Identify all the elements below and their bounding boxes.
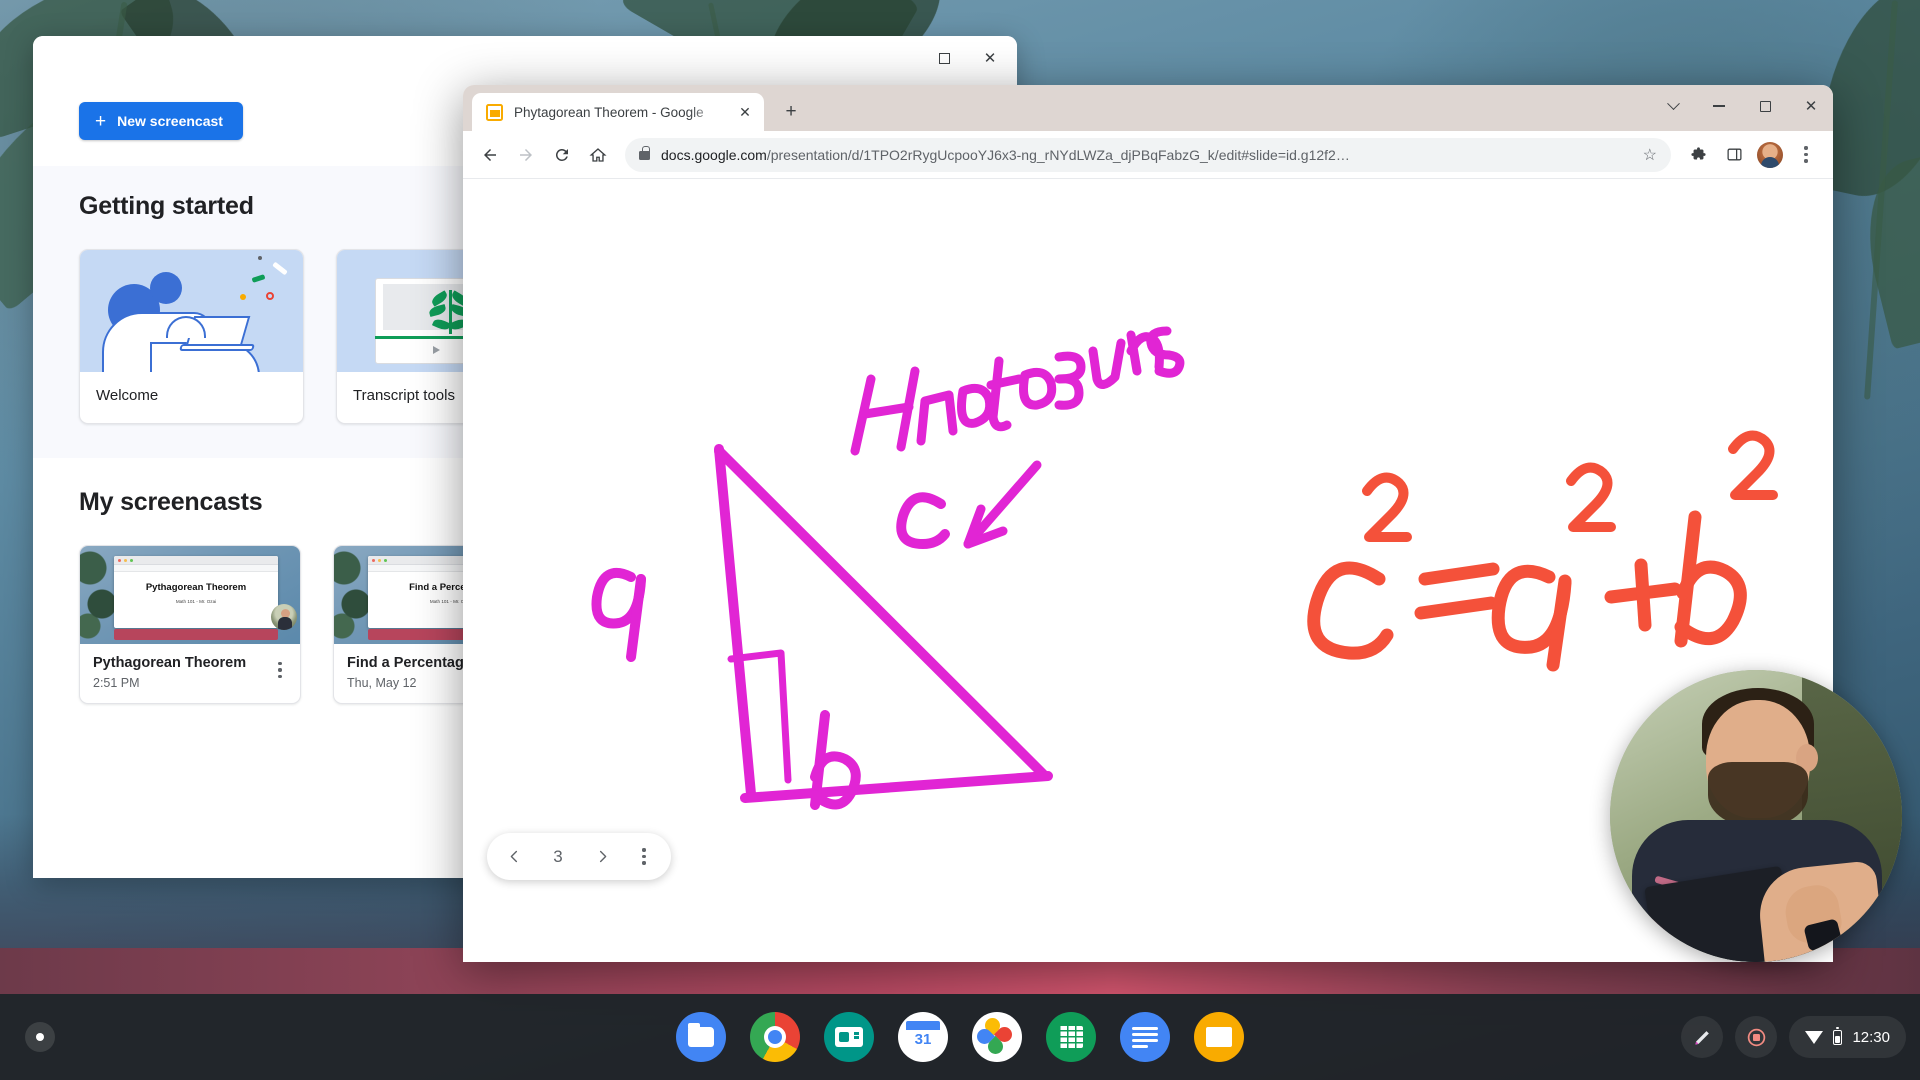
- clock: 12:30: [1852, 1028, 1890, 1046]
- url-path: /presentation/d/1TPO2rRygUcpooYJ6x3-ng_r…: [766, 146, 1350, 163]
- slide-options-button[interactable]: [625, 838, 663, 876]
- files-icon: [688, 1023, 714, 1047]
- maximize-icon: [938, 52, 950, 64]
- avatar: [1757, 141, 1783, 168]
- calendar-date-badge: 31: [914, 1031, 932, 1048]
- thumb-webcam-bubble: [271, 604, 297, 630]
- close-icon: ✕: [983, 50, 997, 67]
- stylus-button[interactable]: [1681, 1016, 1724, 1058]
- chromeos-shelf: 31 12:30: [0, 994, 1920, 1080]
- tab-title: Phytagorean Theorem - Google: [514, 104, 704, 120]
- minimize-button[interactable]: [1697, 89, 1741, 123]
- new-screencast-label: New screencast: [117, 113, 223, 129]
- screencast-card-title: Pythagorean Theorem: [93, 655, 247, 671]
- screencast-card-meta: Pythagorean Theorem 2:51 PM: [80, 644, 300, 703]
- window-controls: ✕: [1651, 89, 1833, 123]
- chrome-tab-strip: Phytagorean Theorem - Google ✕ + ✕: [463, 85, 1833, 131]
- shelf-app-docs[interactable]: [1120, 1012, 1170, 1062]
- presenter-beard: [1708, 762, 1808, 828]
- battery-icon: [1833, 1027, 1843, 1045]
- slides-icon: [1206, 1027, 1232, 1047]
- shelf-app-photos[interactable]: [972, 1012, 1022, 1062]
- home-button[interactable]: [581, 138, 615, 172]
- calendar-icon: [906, 1021, 940, 1030]
- presenter-webcam-bubble[interactable]: [1610, 670, 1902, 962]
- plus-icon: +: [95, 110, 107, 132]
- thumb-title: Pythagorean Theorem: [145, 582, 247, 593]
- status-tray[interactable]: 12:30: [1789, 1016, 1906, 1058]
- thumb-shelf: [114, 629, 278, 640]
- wifi-icon: [1805, 1030, 1824, 1044]
- back-button[interactable]: [473, 138, 507, 172]
- shelf-app-screencast[interactable]: [824, 1012, 874, 1062]
- screencast-icon: [835, 1027, 863, 1047]
- person-illustration: [80, 250, 303, 372]
- browser-tab-active[interactable]: Phytagorean Theorem - Google ✕: [472, 93, 764, 131]
- forward-button[interactable]: [509, 138, 543, 172]
- next-slide-button[interactable]: [583, 838, 621, 876]
- screencast-thumbnail: Pythagorean Theorem Math 101 - Mr. Ozai: [80, 546, 300, 644]
- welcome-card-label: Welcome: [96, 387, 159, 404]
- sheets-icon: [1059, 1026, 1083, 1048]
- launcher-icon[interactable]: [25, 1022, 55, 1052]
- shelf-app-calendar[interactable]: 31: [898, 1012, 948, 1062]
- shelf-app-files[interactable]: [676, 1012, 726, 1062]
- screencast-titlebar: ✕: [33, 36, 1017, 80]
- docs-icon: [1132, 1026, 1158, 1048]
- chrome-icon: [764, 1026, 786, 1048]
- url-text: docs.google.com/presentation/d/1TPO2rRyg…: [661, 147, 1632, 163]
- new-screencast-button[interactable]: + New screencast: [79, 102, 243, 140]
- welcome-thumbnail: [80, 250, 303, 372]
- bookmark-star-icon[interactable]: ☆: [1643, 145, 1657, 165]
- shelf-app-slides[interactable]: [1194, 1012, 1244, 1062]
- screencast-maximize-button[interactable]: [923, 39, 965, 77]
- maximize-icon: [1759, 100, 1771, 112]
- reload-button[interactable]: [545, 138, 579, 172]
- screen-record-button[interactable]: [1735, 1016, 1778, 1058]
- address-bar[interactable]: docs.google.com/presentation/d/1TPO2rRyg…: [625, 137, 1671, 172]
- tab-search-button[interactable]: [1651, 89, 1695, 123]
- shelf-app-list: 31: [676, 1012, 1244, 1062]
- getting-started-card-welcome[interactable]: Welcome: [79, 249, 304, 424]
- close-button[interactable]: ✕: [1789, 89, 1833, 123]
- screencast-close-button[interactable]: ✕: [969, 39, 1011, 77]
- chrome-menu-button[interactable]: [1789, 138, 1823, 172]
- shelf-app-sheets[interactable]: [1046, 1012, 1096, 1062]
- system-tray: 12:30: [1681, 1016, 1906, 1058]
- close-icon[interactable]: ✕: [734, 101, 756, 123]
- kebab-menu-icon: [642, 848, 646, 865]
- lock-icon: [639, 146, 650, 160]
- extensions-button[interactable]: [1681, 138, 1715, 172]
- close-icon: ✕: [1804, 98, 1818, 115]
- shelf-app-chrome[interactable]: [750, 1012, 800, 1062]
- chrome-toolbar: docs.google.com/presentation/d/1TPO2rRyg…: [463, 131, 1833, 179]
- minimize-icon: [1713, 105, 1725, 107]
- slide-navigation-bar: 3: [487, 833, 671, 880]
- screencast-card-pythagorean-theorem[interactable]: Pythagorean Theorem Math 101 - Mr. Ozai …: [79, 545, 301, 704]
- side-panel-button[interactable]: [1717, 138, 1751, 172]
- previous-slide-button[interactable]: [495, 838, 533, 876]
- shelf-left: [10, 1022, 70, 1052]
- profile-button[interactable]: [1753, 138, 1787, 172]
- maximize-button[interactable]: [1743, 89, 1787, 123]
- chevron-down-icon: [1666, 96, 1680, 110]
- google-slides-icon: [486, 103, 503, 121]
- kebab-menu-icon: [1804, 146, 1808, 163]
- thumb-subtitle: Math 101 - Mr. Ozai: [175, 598, 217, 604]
- kebab-menu-icon[interactable]: [269, 657, 291, 683]
- screencast-card-time: 2:51 PM: [93, 676, 140, 690]
- slide-number[interactable]: 3: [537, 847, 579, 867]
- new-tab-button[interactable]: +: [776, 97, 806, 127]
- url-domain: docs.google.com: [661, 146, 767, 163]
